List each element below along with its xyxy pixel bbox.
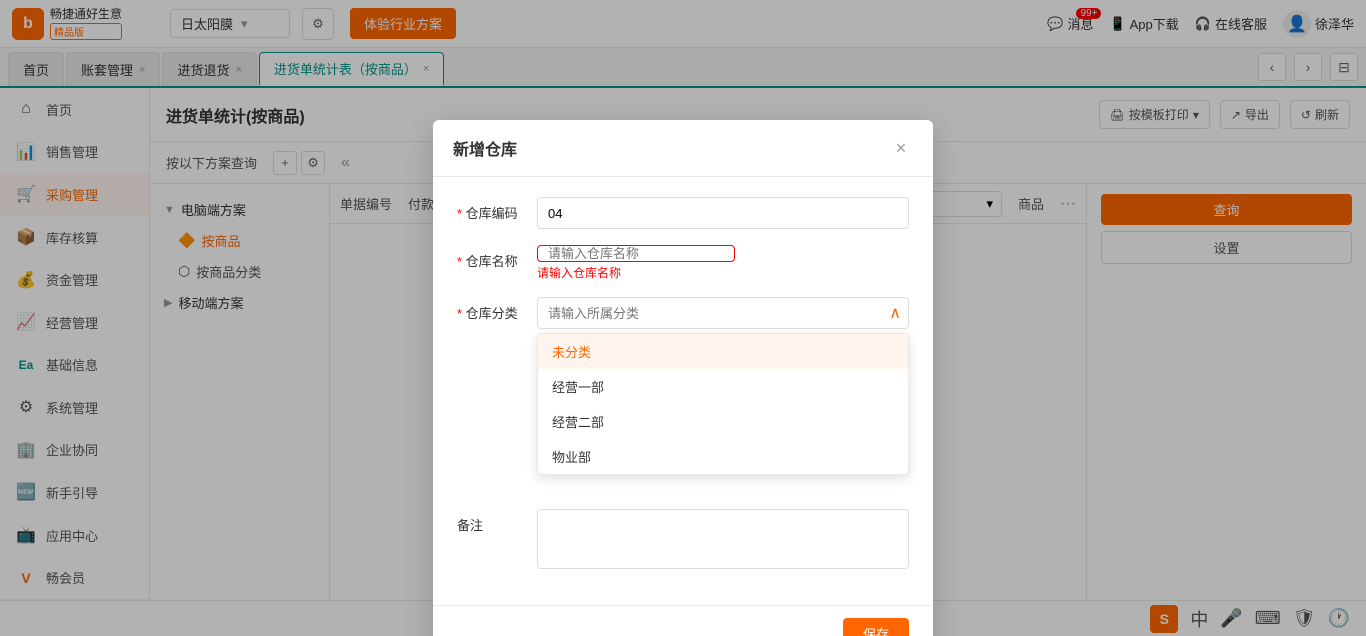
modal-header: 新增仓库 ×	[433, 120, 933, 177]
dropdown-option-dept2[interactable]: 经营二部	[538, 404, 908, 439]
name-col: 请输入仓库名称	[537, 245, 735, 281]
form-row-category: 仓库分类 ∧ 未分类 经营一部 经营二部 物业部	[457, 297, 909, 329]
dropdown-option-dept1[interactable]: 经营一部	[538, 369, 908, 404]
form-row-code: 仓库编码	[457, 197, 909, 229]
category-dropdown: 未分类 经营一部 经营二部 物业部	[537, 333, 909, 475]
dropdown-option-unclassified[interactable]: 未分类	[538, 334, 908, 369]
note-label: 备注	[457, 509, 537, 534]
category-select-wrap: ∧ 未分类 经营一部 经营二部 物业部	[537, 297, 909, 329]
modal-title: 新增仓库	[453, 136, 517, 160]
name-input[interactable]	[537, 245, 735, 262]
save-button[interactable]: 保存	[843, 618, 909, 636]
code-input[interactable]	[537, 197, 909, 229]
modal-body: 仓库编码 仓库名称 请输入仓库名称 仓库分类 ∧	[433, 177, 933, 605]
name-label: 仓库名称	[457, 245, 537, 270]
category-input[interactable]	[537, 297, 909, 329]
note-textarea[interactable]	[537, 509, 909, 569]
code-label: 仓库编码	[457, 197, 537, 222]
modal-overlay[interactable]: 新增仓库 × 仓库编码 仓库名称 请输入仓库名称	[0, 0, 1366, 636]
new-warehouse-modal: 新增仓库 × 仓库编码 仓库名称 请输入仓库名称	[433, 120, 933, 636]
form-row-note: 备注	[457, 509, 909, 569]
modal-footer: 保存	[433, 605, 933, 636]
dropdown-option-property[interactable]: 物业部	[538, 439, 908, 474]
name-error-msg: 请输入仓库名称	[537, 264, 735, 281]
modal-close-button[interactable]: ×	[889, 136, 913, 160]
form-row-name: 仓库名称 请输入仓库名称	[377, 245, 909, 281]
category-label: 仓库分类	[457, 297, 537, 322]
